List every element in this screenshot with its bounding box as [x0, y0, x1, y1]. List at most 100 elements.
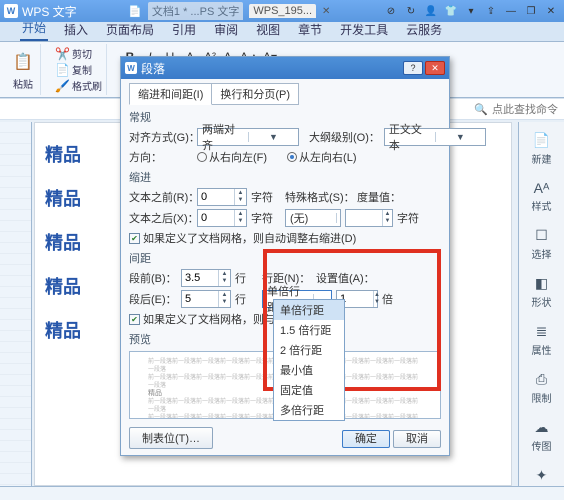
indent-after-input[interactable] — [198, 210, 234, 226]
indent-before-unit: 字符 — [251, 189, 273, 205]
restore-icon[interactable]: ❐ — [522, 4, 540, 18]
measure-input[interactable] — [346, 210, 382, 226]
ribbon-tab-review[interactable]: 审阅 — [212, 19, 240, 41]
ribbon-tab-layout[interactable]: 页面布局 — [104, 19, 156, 41]
ruler-vertical — [0, 122, 32, 486]
outline-combo[interactable]: 正文文本▼ — [384, 128, 486, 146]
style-icon: Aᴬ — [534, 180, 550, 196]
set-value-unit: 倍 — [382, 291, 393, 307]
space-before-spin[interactable]: ▲▼ — [181, 269, 231, 287]
search-icon: 🔍 — [474, 103, 488, 116]
direction-ltr-label: 从左向右(L) — [299, 149, 356, 165]
ribbon-tabs: 开始 插入 页面布局 引用 审阅 视图 章节 开发工具 云服务 — [0, 22, 564, 42]
ribbon-tab-home[interactable]: 开始 — [20, 17, 48, 41]
measure-label: 度量值： — [357, 189, 403, 205]
search-placeholder: 点此查找命令 — [492, 101, 558, 117]
indent-after-spin[interactable]: ▲▼ — [197, 209, 247, 227]
direction-rtl-radio[interactable]: 从右向左(F) — [197, 149, 267, 165]
skin-icon[interactable]: 👕 — [442, 4, 460, 18]
grid-indent-label: 如果定义了文档网格，则自动调整右缩进(D) — [143, 230, 356, 246]
side-upload-label: 传图 — [532, 438, 552, 453]
side-shape[interactable]: ◧形状 — [519, 271, 564, 313]
group-clipboard: ✂️剪切 📄复制 🖌️格式刷 — [51, 44, 107, 95]
cut-icon[interactable]: ✂️ — [55, 47, 70, 61]
caret-icon[interactable]: ▾ — [462, 4, 480, 18]
line-spacing-option-2[interactable]: 2 倍行距 — [274, 340, 344, 360]
side-prop-label: 属性 — [532, 342, 552, 357]
status-bar — [0, 486, 564, 500]
restrict-icon: ⎙ — [536, 371, 547, 388]
ribbon-tab-section[interactable]: 章节 — [296, 19, 324, 41]
line-spacing-option-3[interactable]: 最小值 — [274, 360, 344, 380]
ribbon-tab-view[interactable]: 视图 — [254, 19, 282, 41]
special-combo[interactable]: (无)▼ — [285, 209, 341, 227]
dialog-logo-icon: W — [125, 62, 137, 74]
app-logo: W — [4, 4, 18, 18]
background-tab-2[interactable]: WPS_195... — [249, 4, 316, 18]
grid-indent-check[interactable]: ✔如果定义了文档网格，则自动调整右缩进(D) — [129, 230, 356, 246]
side-new[interactable]: 📄新建 — [519, 128, 564, 170]
dialog-help-button[interactable]: ? — [403, 61, 423, 75]
help-icon[interactable]: ⊘ — [382, 4, 400, 18]
indent-before-input[interactable] — [198, 189, 234, 205]
dialog-tab-pagination[interactable]: 换行和分页(P) — [211, 83, 299, 105]
share-icon[interactable]: ⇪ — [482, 4, 500, 18]
format-label[interactable]: 格式刷 — [72, 78, 102, 93]
measure-spin[interactable]: ▲▼ — [345, 209, 393, 227]
select-icon: ☐ — [535, 227, 548, 244]
direction-ltr-radio[interactable]: 从左向右(L) — [287, 149, 356, 165]
line-spacing-dropdown[interactable]: 单倍行距 1.5 倍行距 2 倍行距 最小值 固定值 多倍行距 — [273, 299, 345, 421]
line-spacing-option-5[interactable]: 多倍行距 — [274, 400, 344, 420]
upload-icon: ☁ — [535, 419, 549, 436]
line-spacing-option-1[interactable]: 1.5 倍行距 — [274, 320, 344, 340]
cancel-button[interactable]: 取消 — [393, 430, 441, 448]
side-upload[interactable]: ☁ 传图 — [519, 415, 564, 457]
section-indent: 缩进 — [129, 169, 441, 185]
paste-label: 粘贴 — [13, 76, 33, 91]
format-icon[interactable]: 🖌️ — [55, 79, 70, 93]
indent-before-label: 文本之前(R)： — [129, 189, 193, 205]
side-prop[interactable]: ≣ 属性 — [519, 319, 564, 361]
shape-icon: ◧ — [535, 275, 548, 292]
indent-before-spin[interactable]: ▲▼ — [197, 188, 247, 206]
cut-label[interactable]: 剪切 — [72, 46, 92, 61]
space-before-input[interactable] — [182, 270, 218, 286]
ribbon-tab-dev[interactable]: 开发工具 — [338, 19, 390, 41]
line-spacing-option-4[interactable]: 固定值 — [274, 380, 344, 400]
space-after-spin[interactable]: ▲▼ — [181, 290, 231, 308]
side-select[interactable]: ☐选择 — [519, 223, 564, 265]
copy-icon[interactable]: 📄 — [55, 63, 70, 77]
ok-button[interactable]: 确定 — [342, 430, 390, 448]
outline-label: 大纲级别(O)： — [309, 129, 380, 145]
side-restrict[interactable]: ⎙ 限制 — [519, 367, 564, 409]
ribbon-tab-reference[interactable]: 引用 — [170, 19, 198, 41]
user-icon[interactable]: 👤 — [422, 4, 440, 18]
copy-label[interactable]: 复制 — [72, 62, 92, 77]
close-icon[interactable]: ✕ — [542, 4, 560, 18]
prop-icon: ≣ — [536, 323, 548, 340]
paragraph-dialog: W 段落 ? ✕ 缩进和间距(I) 换行和分页(P) 常规 对齐方式(G)： 两… — [120, 56, 450, 456]
dialog-tab-indent[interactable]: 缩进和间距(I) — [129, 83, 212, 105]
ribbon-tab-insert[interactable]: 插入 — [62, 19, 90, 41]
minimize-icon[interactable]: — — [502, 4, 520, 18]
side-restrict-label: 限制 — [532, 390, 552, 405]
tab-close-icon[interactable]: ✕ — [322, 6, 330, 17]
dialog-close-button[interactable]: ✕ — [425, 61, 445, 75]
background-tab-1[interactable]: 文档1 * ...PS 文字 — [148, 2, 243, 20]
chevron-down-icon: ▼ — [248, 132, 298, 142]
ribbon-tab-cloud[interactable]: 云服务 — [404, 19, 444, 41]
space-after-input[interactable] — [182, 291, 218, 307]
paste-icon[interactable]: 📋 — [10, 49, 36, 75]
dialog-title: 段落 — [141, 60, 165, 77]
doc-icon: 📄 — [128, 5, 142, 18]
side-style[interactable]: Aᴬ样式 — [519, 176, 564, 217]
side-new-label: 新建 — [532, 151, 552, 166]
dialog-buttons: 制表位(T)… 确定 取消 — [129, 427, 441, 449]
line-spacing-option-0[interactable]: 单倍行距 — [274, 300, 344, 320]
align-combo[interactable]: 两端对齐▼ — [197, 128, 299, 146]
group-paste: 📋 粘贴 — [6, 44, 41, 95]
space-before-label: 段前(B)： — [129, 270, 177, 286]
side-panel: 📄新建 Aᴬ样式 ☐选择 ◧形状 ≣属性 ⎙限制 ☁传图 ✦推荐 — [518, 122, 564, 486]
refresh-icon[interactable]: ↻ — [402, 4, 420, 18]
tab-stops-button[interactable]: 制表位(T)… — [129, 427, 213, 449]
